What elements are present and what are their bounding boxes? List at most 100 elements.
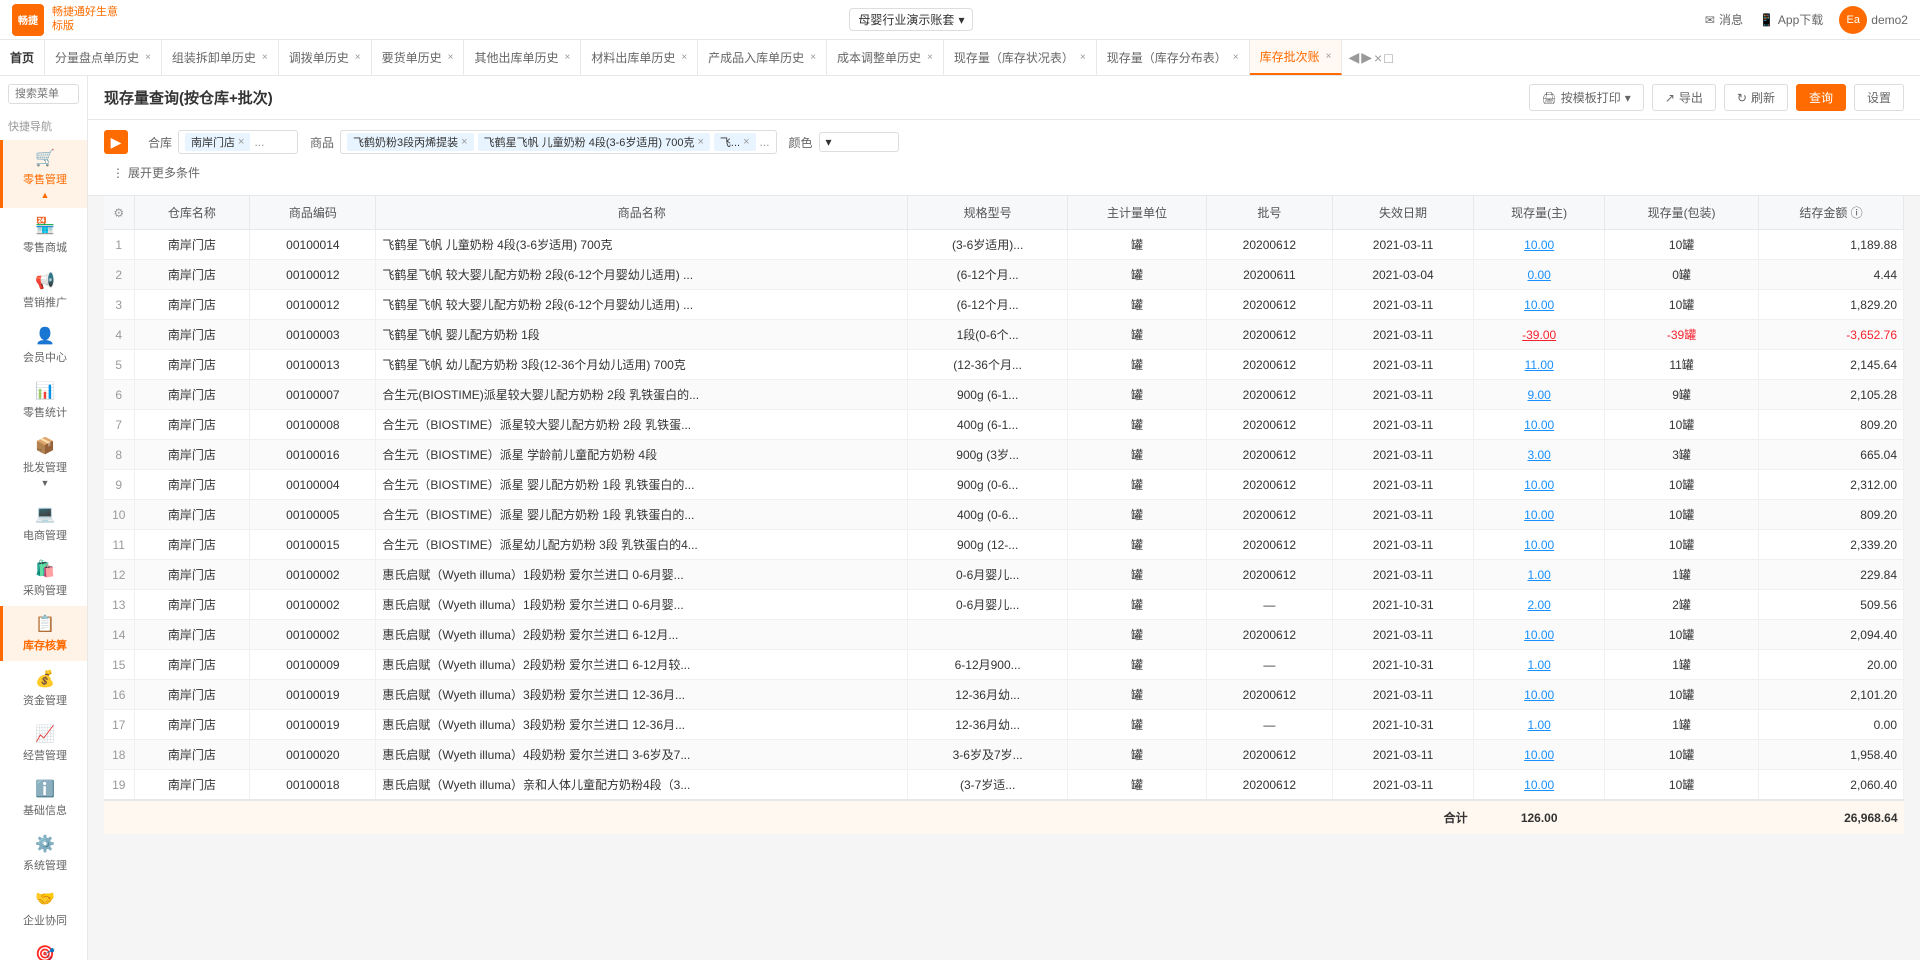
tab-close-icon[interactable]: × — [810, 52, 816, 63]
filter-more-dots[interactable]: ... — [254, 135, 264, 149]
row-qty-main[interactable]: 10.00 — [1474, 740, 1605, 770]
sidebar-item-inventory[interactable]: 📋 库存核算 — [0, 606, 87, 661]
sidebar-item-operations[interactable]: 📈 经营管理 — [0, 716, 87, 771]
user-profile[interactable]: Ea demo2 — [1839, 6, 1908, 34]
tab-chanchengpinruku[interactable]: 产成品入库单历史 × — [698, 40, 827, 75]
gear-icon[interactable]: ⚙ — [113, 206, 124, 220]
export-button[interactable]: ↗ 导出 — [1652, 84, 1716, 111]
guide-icon: 🎯 — [35, 944, 55, 960]
tab-next-arrow[interactable]: ▶ — [1361, 49, 1372, 66]
sidebar-item-purchase[interactable]: 🛍️ 采购管理 — [0, 551, 87, 606]
settings-button[interactable]: 设置 — [1854, 84, 1904, 111]
tab-prev-arrow[interactable]: ◀ — [1348, 49, 1359, 66]
tab-close-icon[interactable]: × — [1233, 52, 1239, 63]
tab-close-icon[interactable]: × — [564, 52, 570, 63]
tab-maximize-icon[interactable]: □ — [1384, 50, 1392, 66]
warehouse-tag-group[interactable]: 南岸门店 × ... — [178, 130, 298, 154]
row-qty-main[interactable]: 11.00 — [1474, 350, 1605, 380]
message-button[interactable]: ✉ 消息 — [1705, 11, 1743, 28]
sidebar-item-guide[interactable]: 🎯 新手引导 — [0, 936, 87, 960]
tab-kucun-pici[interactable]: 库存批次账 × — [1250, 40, 1343, 75]
row-qty-main[interactable]: 10.00 — [1474, 500, 1605, 530]
row-unit: 罐 — [1068, 680, 1207, 710]
remove-product-tag-1-icon[interactable]: × — [461, 136, 467, 148]
refresh-button[interactable]: ↻ 刷新 — [1724, 84, 1788, 111]
row-code: 00100013 — [250, 350, 376, 380]
row-qty-main[interactable]: 2.00 — [1474, 590, 1605, 620]
row-qty-main[interactable]: 3.00 — [1474, 440, 1605, 470]
row-qty-main[interactable]: 0.00 — [1474, 260, 1605, 290]
sidebar-item-system[interactable]: ⚙️ 系统管理 — [0, 826, 87, 881]
row-qty-pack: 10罐 — [1605, 470, 1759, 500]
sidebar-item-finance[interactable]: 💰 资金管理 — [0, 661, 87, 716]
tab-close-icon[interactable]: × — [1080, 52, 1086, 63]
tab-close-icon[interactable]: × — [145, 52, 151, 63]
tab-close-icon[interactable]: × — [1326, 51, 1332, 62]
row-qty-main[interactable]: -39.00 — [1474, 320, 1605, 350]
sidebar-item-retail-management[interactable]: 🛒 零售管理 ▲ — [0, 140, 87, 208]
row-amount: 509.56 — [1758, 590, 1903, 620]
operations-icon: 📈 — [35, 724, 55, 744]
tab-yaohuodanhistory[interactable]: 要货单历史 × — [372, 40, 465, 75]
row-qty-main[interactable]: 10.00 — [1474, 230, 1605, 260]
table-header-row: ⚙ 仓库名称 商品编码 商品名称 规格型号 主计量单位 批号 失效日期 现存量(… — [104, 196, 1904, 230]
remove-product-tag-3-icon[interactable]: × — [743, 136, 749, 148]
row-qty-main[interactable]: 10.00 — [1474, 620, 1605, 650]
row-expire: 2021-03-11 — [1332, 740, 1473, 770]
row-spec: 12-36月幼... — [908, 710, 1068, 740]
tab-close-icon[interactable]: × — [681, 52, 687, 63]
row-name: 惠氏启赋（Wyeth illuma）3段奶粉 爱尔兰进口 12-36月... — [376, 710, 908, 740]
sidebar-item-retail-mall[interactable]: 🏪 零售商城 — [0, 208, 87, 263]
tab-close-icon[interactable]: × — [927, 52, 933, 63]
tab-xiancunliang-distrib[interactable]: 现存量（库存分布表） × — [1097, 40, 1250, 75]
row-batch: 20200612 — [1206, 500, 1332, 530]
tab-qitachukuhistory[interactable]: 其他出库单历史 × — [464, 40, 581, 75]
query-button[interactable]: 查询 — [1796, 84, 1846, 111]
sidebar-item-enterprise[interactable]: 🤝 企业协同 — [0, 881, 87, 936]
page-title: 现存量查询(按仓库+批次) — [104, 87, 273, 108]
sidebar-search-input[interactable] — [8, 84, 79, 104]
tab-cailiaochuku[interactable]: 材料出库单历史 × — [581, 40, 698, 75]
tab-xiancunliang-status[interactable]: 现存量（库存状况表） × — [944, 40, 1097, 75]
row-qty-main[interactable]: 10.00 — [1474, 680, 1605, 710]
row-qty-main[interactable]: 1.00 — [1474, 650, 1605, 680]
product-filter-more-dots[interactable]: ... — [760, 135, 770, 149]
product-tag-group[interactable]: 飞鹤奶粉3段丙烯提装 × 飞鹤星飞帆 儿童奶粉 4段(3-6岁适用) 700克 … — [340, 130, 777, 154]
tab-home[interactable]: 首页 — [0, 40, 45, 75]
settings-column-header[interactable]: ⚙ — [104, 196, 134, 230]
row-qty-main[interactable]: 10.00 — [1474, 470, 1605, 500]
row-warehouse: 南岸门店 — [134, 440, 250, 470]
row-qty-main[interactable]: 10.00 — [1474, 290, 1605, 320]
sidebar-item-marketing[interactable]: 📢 营销推广 — [0, 263, 87, 318]
sidebar-item-retail-stats[interactable]: 📊 零售统计 — [0, 373, 87, 428]
row-qty-main[interactable]: 1.00 — [1474, 710, 1605, 740]
table-row: 7 南岸门店 00100008 合生元（BIOSTIME）派星较大婴儿配方奶粉 … — [104, 410, 1904, 440]
chevron-down-icon: ▾ — [1625, 91, 1631, 105]
remove-warehouse-tag-icon[interactable]: × — [238, 136, 244, 148]
remove-product-tag-2-icon[interactable]: × — [697, 136, 703, 148]
app-download-button[interactable]: 📱 App下载 — [1759, 11, 1823, 28]
tab-fenliangpandian[interactable]: 分量盘点单历史 × — [45, 40, 162, 75]
row-qty-main[interactable]: 1.00 — [1474, 560, 1605, 590]
sidebar-item-member-center[interactable]: 👤 会员中心 — [0, 318, 87, 373]
tab-zuzhangchaijian[interactable]: 组装拆卸单历史 × — [162, 40, 279, 75]
tab-chenbenshift[interactable]: 成本调整单历史 × — [827, 40, 944, 75]
tab-close-icon[interactable]: × — [262, 52, 268, 63]
row-qty-main[interactable]: 10.00 — [1474, 530, 1605, 560]
sidebar-item-wholesale[interactable]: 📦 批发管理 ▼ — [0, 428, 87, 496]
row-qty-main[interactable]: 10.00 — [1474, 410, 1605, 440]
color-tag-group[interactable]: ▾ — [819, 132, 899, 152]
tab-close-current-icon[interactable]: × — [1374, 50, 1382, 66]
print-button[interactable]: 🖨 按模板打印 ▾ — [1529, 84, 1644, 111]
row-qty-main[interactable]: 9.00 — [1474, 380, 1605, 410]
account-dropdown[interactable]: 母婴行业演示账套 ▾ — [849, 8, 973, 31]
sidebar-item-ecommerce[interactable]: 💻 电商管理 — [0, 496, 87, 551]
filter-expand-toggle[interactable]: ▶ — [104, 130, 128, 154]
sidebar-item-basic-info[interactable]: ℹ️ 基础信息 — [0, 771, 87, 826]
row-qty-pack: 10罐 — [1605, 290, 1759, 320]
tab-diaobodanhistory[interactable]: 调拨单历史 × — [279, 40, 372, 75]
row-qty-main[interactable]: 10.00 — [1474, 770, 1605, 801]
tab-close-icon[interactable]: × — [448, 52, 454, 63]
expand-more-btn[interactable]: ⋮ 展开更多条件 — [104, 160, 1904, 185]
tab-close-icon[interactable]: × — [355, 52, 361, 63]
